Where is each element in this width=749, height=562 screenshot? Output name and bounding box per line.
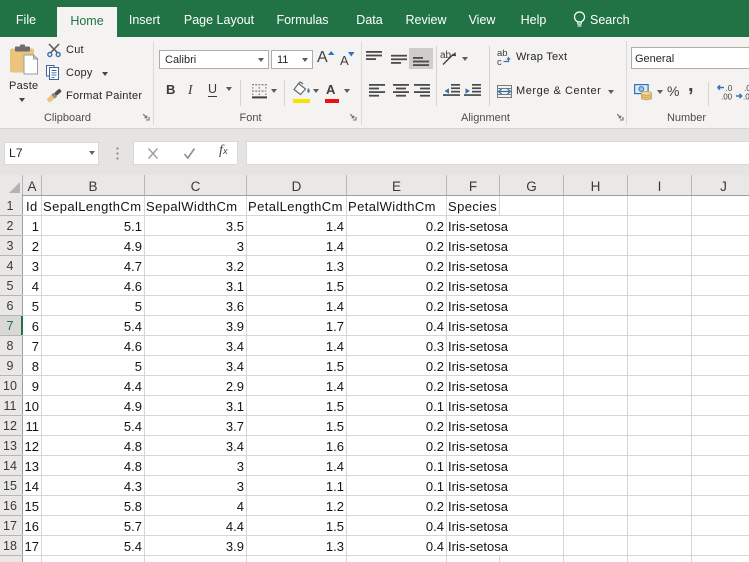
svg-text:.00: .00	[721, 93, 733, 102]
svg-text:ab: ab	[440, 50, 452, 61]
svg-text:.0: .0	[743, 93, 749, 102]
svg-text:c: c	[497, 57, 502, 68]
